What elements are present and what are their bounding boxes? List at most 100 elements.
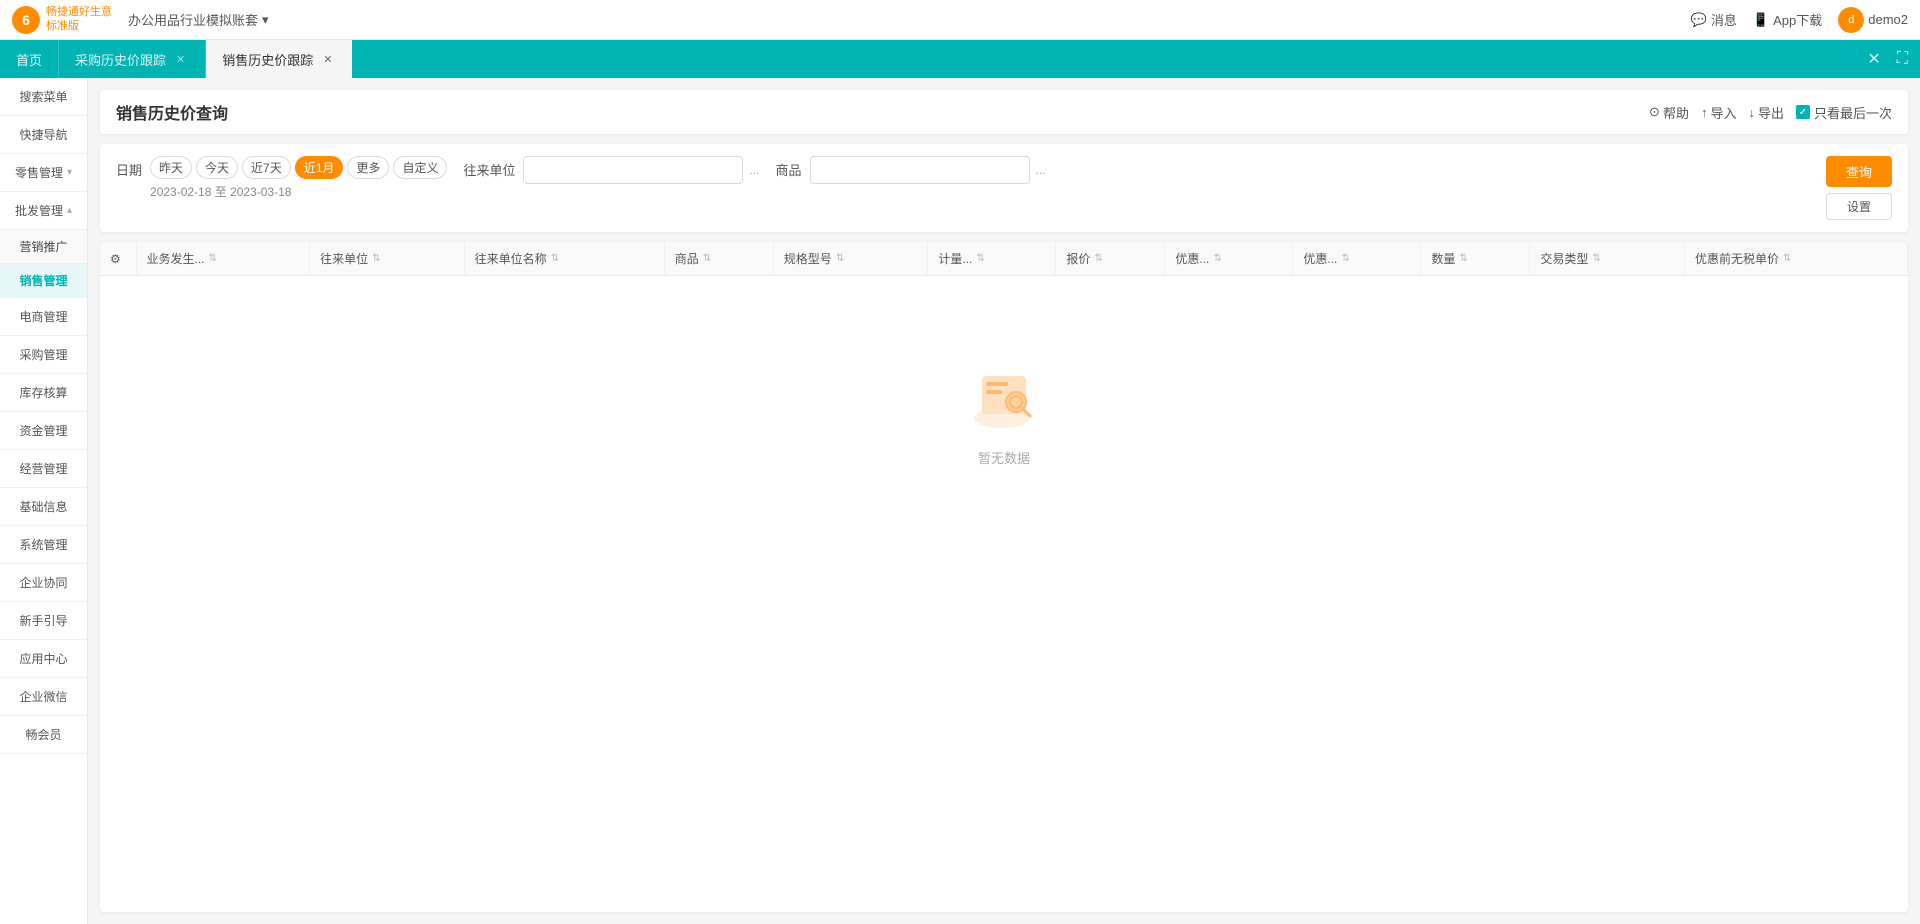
settings-button[interactable]: 设置 <box>1826 193 1892 220</box>
app-selector[interactable]: 办公用品行业模拟账套 ▾ <box>120 6 277 33</box>
sidebar-retail-label: 零售管理 <box>15 164 63 181</box>
col-quantity-label: 数量 <box>1431 250 1455 267</box>
help-icon: ⊙ <box>1649 104 1660 120</box>
sort-icon-partner-name[interactable]: ⇅ <box>551 253 559 264</box>
checkbox-icon: ✓ <box>1796 105 1810 119</box>
sort-icon-spec[interactable]: ⇅ <box>836 253 844 264</box>
empty-icon <box>964 356 1044 436</box>
col-pretax-price: 优惠前无税单价 ⇅ <box>1684 242 1907 276</box>
message-button[interactable]: 💬 消息 <box>1691 10 1737 29</box>
date-btn-7days[interactable]: 近7天 <box>242 156 291 179</box>
sort-icon-discount2[interactable]: ⇅ <box>1341 253 1349 264</box>
col-spec: 规格型号 ⇅ <box>773 242 928 276</box>
col-discount1: 优惠... ⇅ <box>1165 242 1293 276</box>
sort-icon-price[interactable]: ⇅ <box>1094 253 1102 264</box>
query-button[interactable]: 查询 <box>1826 156 1892 187</box>
import-button[interactable]: ↑ 导入 <box>1701 103 1737 122</box>
table-header-row: ⚙ 业务发生... ⇅ 往来单位 <box>100 242 1908 276</box>
import-label: 导入 <box>1710 103 1736 122</box>
sidebar-item-inventory[interactable]: 库存核算 <box>0 374 87 412</box>
sidebar-item-operations[interactable]: 经营管理 <box>0 450 87 488</box>
sidebar-sub-wholesale: 营销推广 销售管理 <box>0 230 87 298</box>
col-pretax-price-label: 优惠前无税单价 <box>1695 250 1779 267</box>
page-title-bar: 销售历史价查询 ⊙ 帮助 ↑ 导入 ↓ 导出 ✓ <box>100 90 1908 134</box>
sidebar-item-wechat[interactable]: 企业微信 <box>0 678 87 716</box>
only-last-checkbox[interactable]: ✓ 只看最后一次 <box>1796 103 1892 122</box>
tab-sales-history-label: 销售历史价跟踪 <box>222 50 313 69</box>
partner-input[interactable] <box>523 156 743 184</box>
col-trade-type: 交易类型 ⇅ <box>1530 242 1685 276</box>
page-title: 销售历史价查询 <box>116 100 228 124</box>
sidebar-enterprise-label: 企业协同 <box>19 574 67 591</box>
sort-icon-partner[interactable]: ⇅ <box>372 253 380 264</box>
sidebar-guide-label: 新手引导 <box>19 612 67 629</box>
date-btn-more[interactable]: 更多 <box>347 156 389 179</box>
message-icon: 💬 <box>1691 12 1707 28</box>
filter-bar: 日期 昨天 今天 近7天 近1月 更多 自定义 2023-02-18 至 202… <box>100 144 1908 232</box>
sort-icon-discount1[interactable]: ⇅ <box>1213 253 1221 264</box>
sort-icon-pretax-price[interactable]: ⇅ <box>1783 253 1791 264</box>
col-product: 商品 ⇅ <box>664 242 773 276</box>
sidebar-item-system[interactable]: 系统管理 <box>0 526 87 564</box>
date-range-display: 2023-02-18 至 2023-03-18 <box>150 183 447 200</box>
col-unit: 计量... ⇅ <box>928 242 1056 276</box>
date-btn-1month[interactable]: 近1月 <box>295 156 344 179</box>
col-trade-type-label: 交易类型 <box>1540 250 1588 267</box>
tab-purchase-history-close[interactable]: ✕ <box>172 51 189 68</box>
col-discount2: 优惠... ⇅ <box>1293 242 1421 276</box>
chevron-down-icon: ▾ <box>67 167 72 178</box>
sidebar-item-purchase[interactable]: 采购管理 <box>0 336 87 374</box>
sidebar-wechat-label: 企业微信 <box>19 688 67 705</box>
phone-icon: 📱 <box>1753 12 1769 28</box>
tab-purchase-history[interactable]: 采购历史价跟踪 ✕ <box>59 40 206 78</box>
sidebar-item-search-menu[interactable]: 搜索菜单 <box>0 78 87 116</box>
sidebar-item-marketing[interactable]: 营销推广 <box>0 230 87 264</box>
date-btn-yesterday[interactable]: 昨天 <box>150 156 192 179</box>
sidebar-item-quick-nav[interactable]: 快捷导航 <box>0 116 87 154</box>
data-table: ⚙ 业务发生... ⇅ 往来单位 <box>100 242 1908 276</box>
col-partner-name: 往来单位名称 ⇅ <box>464 242 664 276</box>
sort-icon-trade-type[interactable]: ⇅ <box>1592 253 1600 264</box>
top-header: 6 畅捷通好生意 标准版 办公用品行业模拟账套 ▾ 💬 消息 📱 App下载 d… <box>0 0 1920 40</box>
help-button[interactable]: ⊙ 帮助 <box>1649 103 1689 122</box>
sort-icon-product[interactable]: ⇅ <box>703 253 711 264</box>
sidebar-item-guide[interactable]: 新手引导 <box>0 602 87 640</box>
gear-icon[interactable]: ⚙ <box>110 252 121 266</box>
only-last-label: 只看最后一次 <box>1814 103 1892 122</box>
tab-home[interactable]: 首页 <box>0 40 59 78</box>
sort-icon-biz-date[interactable]: ⇅ <box>209 253 217 264</box>
date-btn-today[interactable]: 今天 <box>196 156 238 179</box>
sidebar-item-finance[interactable]: 资金管理 <box>0 412 87 450</box>
export-button[interactable]: ↓ 导出 <box>1748 103 1784 122</box>
maximize-button[interactable]: ⛶ <box>1893 46 1912 72</box>
partner-dots[interactable]: ... <box>749 163 759 177</box>
app-selector-label: 办公用品行业模拟账套 <box>128 10 258 29</box>
sidebar-item-vip[interactable]: 畅会员 <box>0 716 87 754</box>
logo-text: 畅捷通好生意 标准版 <box>46 6 112 32</box>
sort-icon-quantity[interactable]: ⇅ <box>1459 253 1467 264</box>
date-btn-custom[interactable]: 自定义 <box>393 156 447 179</box>
sidebar-item-basic-info[interactable]: 基础信息 <box>0 488 87 526</box>
sort-icon-unit[interactable]: ⇅ <box>976 253 984 264</box>
sidebar-item-retail[interactable]: 零售管理 ▾ <box>0 154 87 192</box>
app-download-button[interactable]: 📱 App下载 <box>1753 10 1822 29</box>
sidebar-item-enterprise[interactable]: 企业协同 <box>0 564 87 602</box>
sidebar-ecommerce-label: 电商管理 <box>19 308 67 325</box>
product-dots[interactable]: ... <box>1036 163 1046 177</box>
product-input[interactable] <box>810 156 1030 184</box>
logo-area: 6 畅捷通好生意 标准版 <box>12 6 112 34</box>
page-title-actions: ⊙ 帮助 ↑ 导入 ↓ 导出 ✓ 只看最后一次 <box>1649 103 1892 122</box>
tab-sales-history[interactable]: 销售历史价跟踪 ✕ <box>206 40 352 78</box>
sidebar-item-ecommerce[interactable]: 电商管理 <box>0 298 87 336</box>
close-all-tabs-button[interactable]: ✕ <box>1863 45 1884 73</box>
sidebar-item-app-center[interactable]: 应用中心 <box>0 640 87 678</box>
sidebar-vip-label: 畅会员 <box>25 726 61 743</box>
import-icon: ↑ <box>1701 105 1708 120</box>
col-quantity: 数量 ⇅ <box>1421 242 1530 276</box>
tab-sales-history-close[interactable]: ✕ <box>319 51 336 68</box>
col-discount1-label: 优惠... <box>1175 250 1209 267</box>
sidebar-item-sales-mgmt[interactable]: 销售管理 <box>0 264 87 298</box>
user-menu[interactable]: d demo2 <box>1838 7 1908 33</box>
sidebar-item-wholesale[interactable]: 批发管理 ▴ <box>0 192 87 230</box>
product-input-group: ... <box>810 156 1046 184</box>
